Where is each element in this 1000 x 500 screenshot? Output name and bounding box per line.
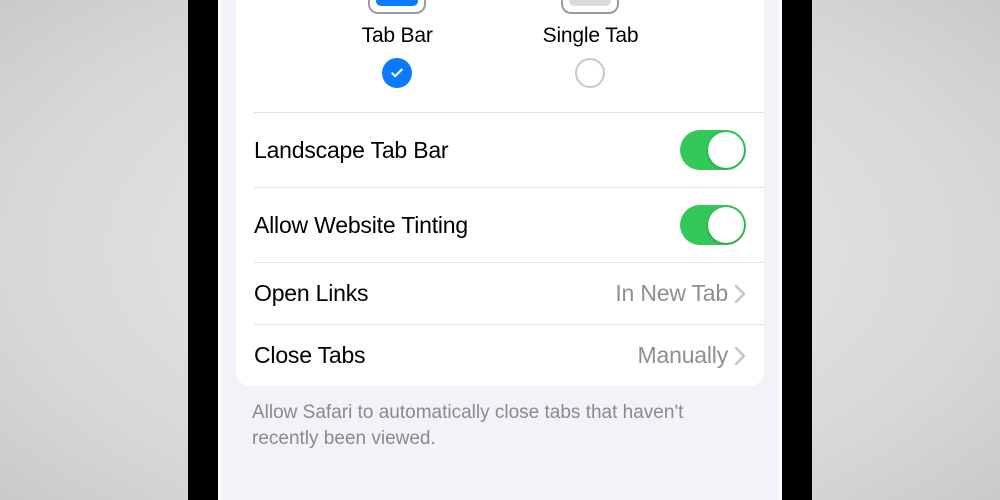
settings-card: Tab Bar Single Tab La bbox=[236, 0, 764, 386]
settings-screen: Tab Bar Single Tab La bbox=[222, 0, 778, 500]
landscape-tab-bar-switch[interactable] bbox=[680, 130, 746, 170]
single-tab-preview-icon bbox=[561, 0, 619, 14]
allow-website-tinting-switch[interactable] bbox=[680, 205, 746, 245]
tab-bar-label: Tab Bar bbox=[362, 24, 433, 48]
open-links-value: In New Tab bbox=[615, 280, 728, 307]
landscape-tab-bar-label: Landscape Tab Bar bbox=[254, 137, 680, 164]
phone-inner: Tab Bar Single Tab La bbox=[218, 0, 782, 500]
single-tab-radio[interactable] bbox=[575, 58, 605, 88]
tab-bar-radio[interactable] bbox=[382, 58, 412, 88]
chevron-right-icon bbox=[734, 284, 746, 304]
single-tab-label: Single Tab bbox=[543, 24, 639, 48]
open-links-row[interactable]: Open Links In New Tab bbox=[236, 263, 764, 324]
allow-website-tinting-label: Allow Website Tinting bbox=[254, 212, 680, 239]
tab-layout-chooser: Tab Bar Single Tab bbox=[236, 0, 764, 112]
tab-bar-preview-icon bbox=[368, 0, 426, 14]
open-links-label: Open Links bbox=[254, 280, 615, 307]
phone-frame: Tab Bar Single Tab La bbox=[188, 0, 812, 500]
allow-website-tinting-row[interactable]: Allow Website Tinting bbox=[236, 188, 764, 262]
close-tabs-value: Manually bbox=[638, 342, 728, 369]
close-tabs-row[interactable]: Close Tabs Manually bbox=[236, 325, 764, 386]
single-tab-option[interactable]: Single Tab bbox=[543, 0, 639, 88]
checkmark-icon bbox=[389, 65, 405, 81]
chevron-right-icon bbox=[734, 346, 746, 366]
tab-bar-option[interactable]: Tab Bar bbox=[362, 0, 433, 88]
close-tabs-label: Close Tabs bbox=[254, 342, 638, 369]
landscape-tab-bar-row[interactable]: Landscape Tab Bar bbox=[236, 113, 764, 187]
section-footer-text: Allow Safari to automatically close tabs… bbox=[222, 386, 778, 451]
